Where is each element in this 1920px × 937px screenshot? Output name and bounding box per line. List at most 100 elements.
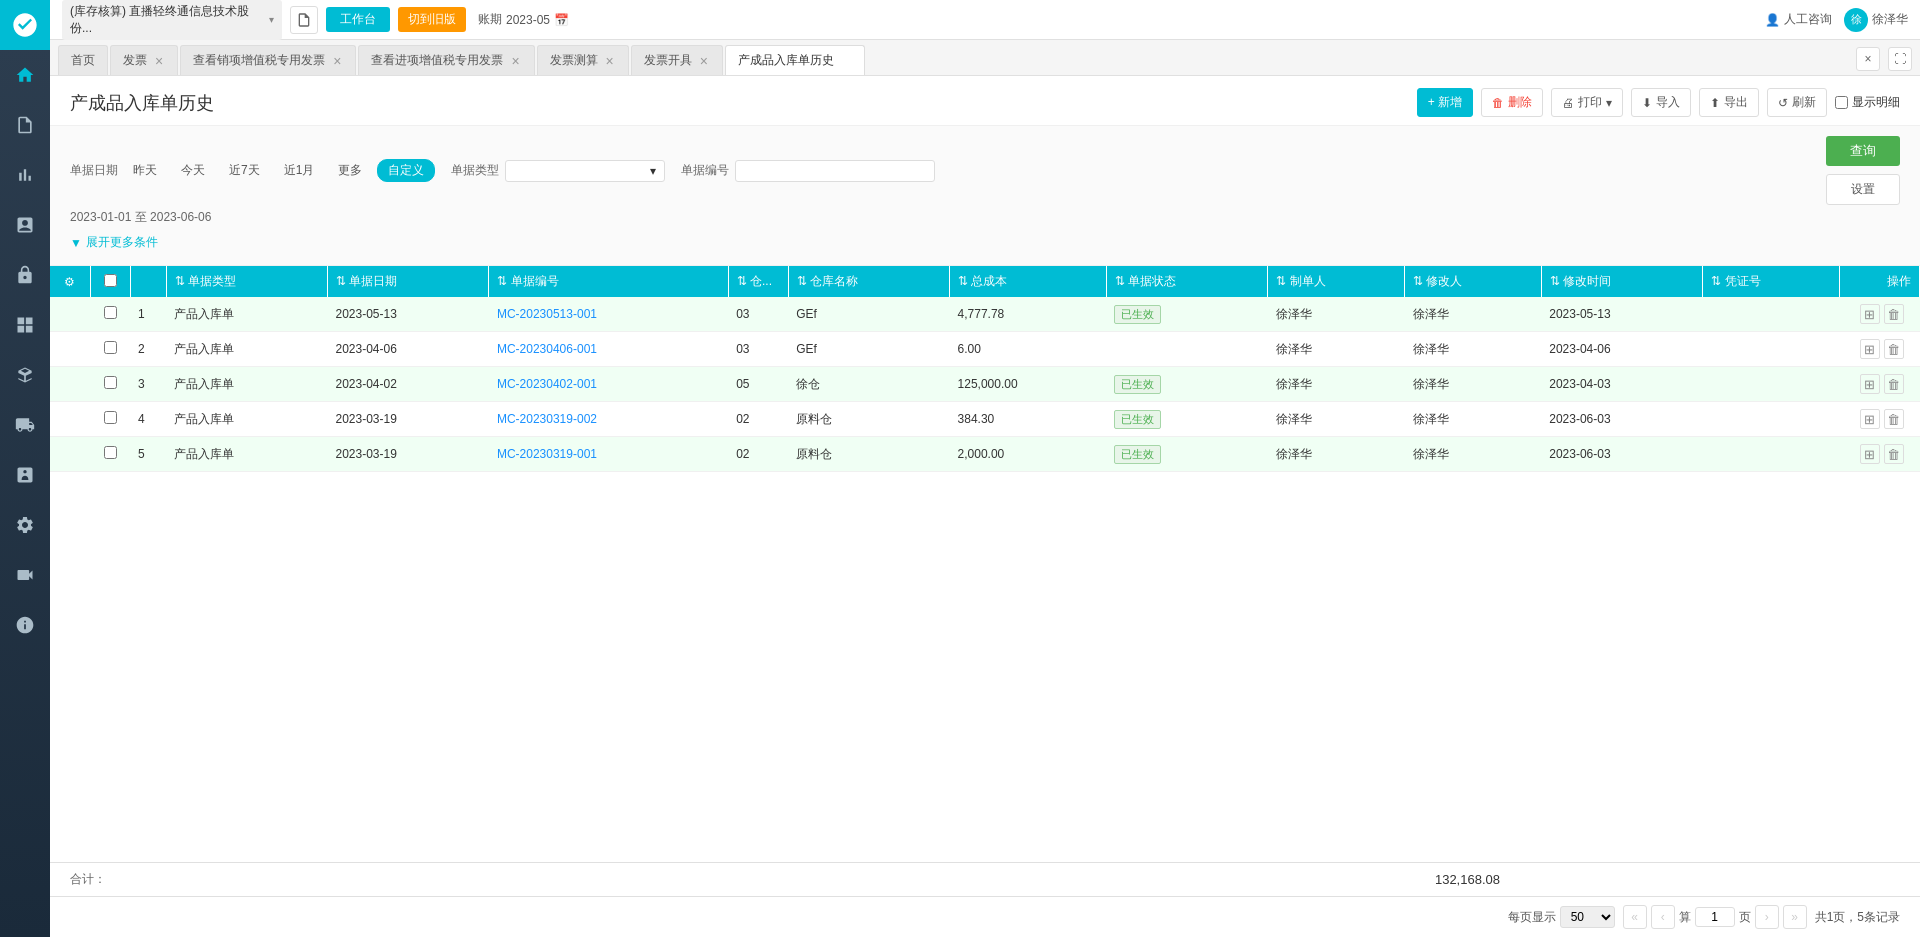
page-nav: « ‹ 算 页 › » [1623, 905, 1807, 929]
tab-product-history-close[interactable]: × [840, 54, 852, 68]
sidebar-item-version[interactable] [0, 600, 50, 650]
row-delete-icon[interactable]: 🗑 [1884, 304, 1904, 324]
switch-version-button[interactable]: 切到旧版 [398, 7, 466, 32]
col-doc-status[interactable]: ⇅ 单据状态 [1106, 266, 1267, 297]
sidebar-item-truck[interactable] [0, 400, 50, 450]
app-logo[interactable] [0, 0, 50, 50]
col-warehouse-name[interactable]: ⇅ 仓库名称 [788, 266, 949, 297]
username: 徐泽华 [1872, 11, 1908, 28]
tab-sales-invoice-close[interactable]: × [331, 54, 343, 68]
refresh-button[interactable]: ↺ 刷新 [1767, 88, 1827, 117]
tab-product-history[interactable]: 产成品入库单历史 × [725, 45, 865, 75]
tab-collapse-button[interactable]: × [1856, 47, 1880, 71]
export-button[interactable]: ⬆ 导出 [1699, 88, 1759, 117]
first-page-btn[interactable]: « [1623, 905, 1647, 929]
doc-number-link[interactable]: MC-20230406-001 [497, 342, 597, 356]
row-delete-icon[interactable]: 🗑 [1884, 374, 1904, 394]
doc-number-link[interactable]: MC-20230319-002 [497, 412, 597, 426]
doc-icon-btn[interactable] [290, 6, 318, 34]
row-delete-icon[interactable]: 🗑 [1884, 339, 1904, 359]
tab-sales-invoice[interactable]: 查看销项增值税专用发票 × [180, 45, 356, 75]
table-header-row: ⚙ ⇅ 单据类型 ⇅ 单据日期 ⇅ 单据编号 ⇅ 仓... ⇅ 仓库名称 ⇅ [50, 266, 1920, 297]
calendar-icon[interactable]: 📅 [554, 13, 569, 27]
date-today-btn[interactable]: 今天 [172, 159, 214, 182]
workbench-button[interactable]: 工作台 [326, 7, 390, 32]
col-modifier[interactable]: ⇅ 修改人 [1405, 266, 1542, 297]
sidebar-item-chart[interactable] [0, 150, 50, 200]
col-modify-time[interactable]: ⇅ 修改时间 [1541, 266, 1702, 297]
doc-number-link[interactable]: MC-20230402-001 [497, 377, 597, 391]
row-checkbox[interactable] [104, 411, 117, 424]
filter-settings-button[interactable]: 设置 [1826, 174, 1900, 205]
sidebar-item-home[interactable] [0, 50, 50, 100]
row-checkbox[interactable] [104, 306, 117, 319]
last-page-btn[interactable]: » [1783, 905, 1807, 929]
tab-purchase-invoice[interactable]: 查看进项增值税专用发票 × [358, 45, 534, 75]
col-total-cost[interactable]: ⇅ 总成本 [950, 266, 1107, 297]
query-button[interactable]: 查询 [1826, 136, 1900, 166]
import-button[interactable]: ⬇ 导入 [1631, 88, 1691, 117]
row-edit-icon[interactable]: ⊞ [1860, 374, 1880, 394]
row-checkbox[interactable] [104, 376, 117, 389]
tab-invoice-calc-close[interactable]: × [604, 54, 616, 68]
show-detail-checkbox[interactable] [1835, 96, 1848, 109]
col-creator[interactable]: ⇅ 制单人 [1268, 266, 1405, 297]
date-yesterday-btn[interactable]: 昨天 [124, 159, 166, 182]
company-selector[interactable]: (库存核算) 直播轻终通信息技术股份... ▾ [62, 0, 282, 40]
row-edit-icon[interactable]: ⊞ [1860, 409, 1880, 429]
next-page-btn[interactable]: › [1755, 905, 1779, 929]
show-detail-label: 显示明细 [1852, 94, 1900, 111]
col-settings[interactable]: ⚙ [50, 266, 90, 297]
row-num-cell: 3 [130, 367, 166, 402]
delete-button[interactable]: 🗑 删除 [1481, 88, 1543, 117]
sidebar-item-settings2[interactable] [0, 500, 50, 550]
tab-invoice-close[interactable]: × [153, 54, 165, 68]
sidebar-item-analysis[interactable] [0, 200, 50, 250]
col-voucher[interactable]: ⇅ 凭证号 [1703, 266, 1840, 297]
doc-number-input[interactable] [735, 160, 935, 182]
prev-page-btn[interactable]: ‹ [1651, 905, 1675, 929]
print-button[interactable]: 🖨 打印 ▾ [1551, 88, 1623, 117]
row-edit-icon[interactable]: ⊞ [1860, 304, 1880, 324]
sidebar-item-doc[interactable] [0, 100, 50, 150]
tab-invoice-calc[interactable]: 发票测算 × [537, 45, 629, 75]
date-more-btn[interactable]: 更多 [329, 159, 371, 182]
user-profile[interactable]: 徐 徐泽华 [1844, 8, 1908, 32]
refresh-icon: ↺ [1778, 96, 1788, 110]
row-delete-icon[interactable]: 🗑 [1884, 444, 1904, 464]
new-button[interactable]: + 新增 [1417, 88, 1473, 117]
date-1month-btn[interactable]: 近1月 [275, 159, 324, 182]
tab-home[interactable]: 首页 [58, 45, 108, 75]
select-all-checkbox[interactable] [104, 274, 117, 287]
sidebar-item-video[interactable] [0, 550, 50, 600]
doc-type-select[interactable]: ▾ [505, 160, 665, 182]
row-delete-icon[interactable]: 🗑 [1884, 409, 1904, 429]
status-badge: 已生效 [1114, 375, 1161, 394]
tab-purchase-invoice-close[interactable]: × [509, 54, 521, 68]
sidebar-item-grid[interactable] [0, 300, 50, 350]
tab-invoice[interactable]: 发票 × [110, 45, 178, 75]
sidebar-item-inventory[interactable] [0, 350, 50, 400]
expand-conditions-btn[interactable]: ▼ 展开更多条件 [70, 230, 158, 255]
tab-invoice-issue-close[interactable]: × [698, 54, 710, 68]
row-edit-icon[interactable]: ⊞ [1860, 444, 1880, 464]
page-input[interactable] [1695, 907, 1735, 927]
col-doc-number[interactable]: ⇅ 单据编号 [489, 266, 728, 297]
date-7days-btn[interactable]: 近7天 [220, 159, 269, 182]
per-page-select[interactable]: 50 100 200 [1560, 906, 1615, 928]
row-doc-type-cell: 产品入库单 [166, 437, 327, 472]
date-custom-btn[interactable]: 自定义 [377, 159, 435, 182]
doc-number-link[interactable]: MC-20230319-001 [497, 447, 597, 461]
col-doc-type[interactable]: ⇅ 单据类型 [166, 266, 327, 297]
user-service[interactable]: 👤 人工咨询 [1765, 11, 1832, 28]
row-checkbox[interactable] [104, 446, 117, 459]
row-edit-icon[interactable]: ⊞ [1860, 339, 1880, 359]
col-warehouse-code[interactable]: ⇅ 仓... [728, 266, 788, 297]
col-doc-date[interactable]: ⇅ 单据日期 [327, 266, 488, 297]
row-checkbox[interactable] [104, 341, 117, 354]
tab-invoice-issue[interactable]: 发票开具 × [631, 45, 723, 75]
tab-expand-button[interactable]: ⛶ [1888, 47, 1912, 71]
sidebar-item-calc[interactable] [0, 450, 50, 500]
doc-number-link[interactable]: MC-20230513-001 [497, 307, 597, 321]
sidebar-item-lock[interactable] [0, 250, 50, 300]
